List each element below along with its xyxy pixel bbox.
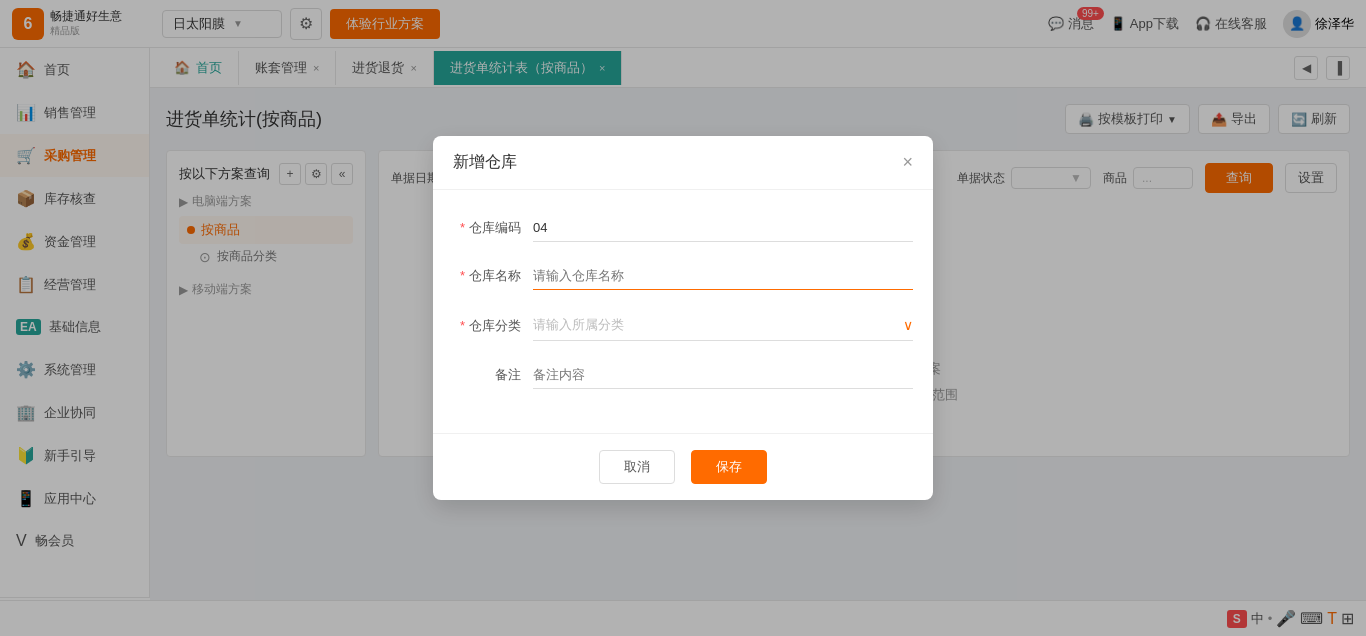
warehouse-remark-input[interactable]	[533, 361, 913, 389]
form-row-category: 仓库分类 请输入所属分类 ∨	[453, 310, 913, 341]
modal-body: 仓库编码 仓库名称 仓库分类 请输入所属分类 ∨ 备注	[433, 190, 933, 433]
warehouse-name-input[interactable]	[533, 262, 913, 290]
warehouse-category-select[interactable]: 请输入所属分类 ∨	[533, 310, 913, 341]
warehouse-code-input[interactable]	[533, 214, 913, 242]
category-arrow-icon: ∨	[903, 317, 913, 333]
form-row-remark: 备注	[453, 361, 913, 389]
modal-footer: 取消 保存	[433, 433, 933, 500]
modal-title: 新增仓库	[453, 152, 517, 173]
cancel-button[interactable]: 取消	[599, 450, 675, 484]
name-label: 仓库名称	[453, 267, 533, 285]
remark-label: 备注	[453, 366, 533, 384]
new-warehouse-modal: 新增仓库 × 仓库编码 仓库名称 仓库分类 请输入所属分类 ∨	[433, 136, 933, 500]
form-row-code: 仓库编码	[453, 214, 913, 242]
code-label: 仓库编码	[453, 219, 533, 237]
form-row-name: 仓库名称	[453, 262, 913, 290]
save-button[interactable]: 保存	[691, 450, 767, 484]
modal-overlay[interactable]: 新增仓库 × 仓库编码 仓库名称 仓库分类 请输入所属分类 ∨	[0, 0, 1366, 636]
category-label: 仓库分类	[453, 317, 533, 335]
modal-header: 新增仓库 ×	[433, 136, 933, 190]
modal-close-icon[interactable]: ×	[902, 152, 913, 173]
